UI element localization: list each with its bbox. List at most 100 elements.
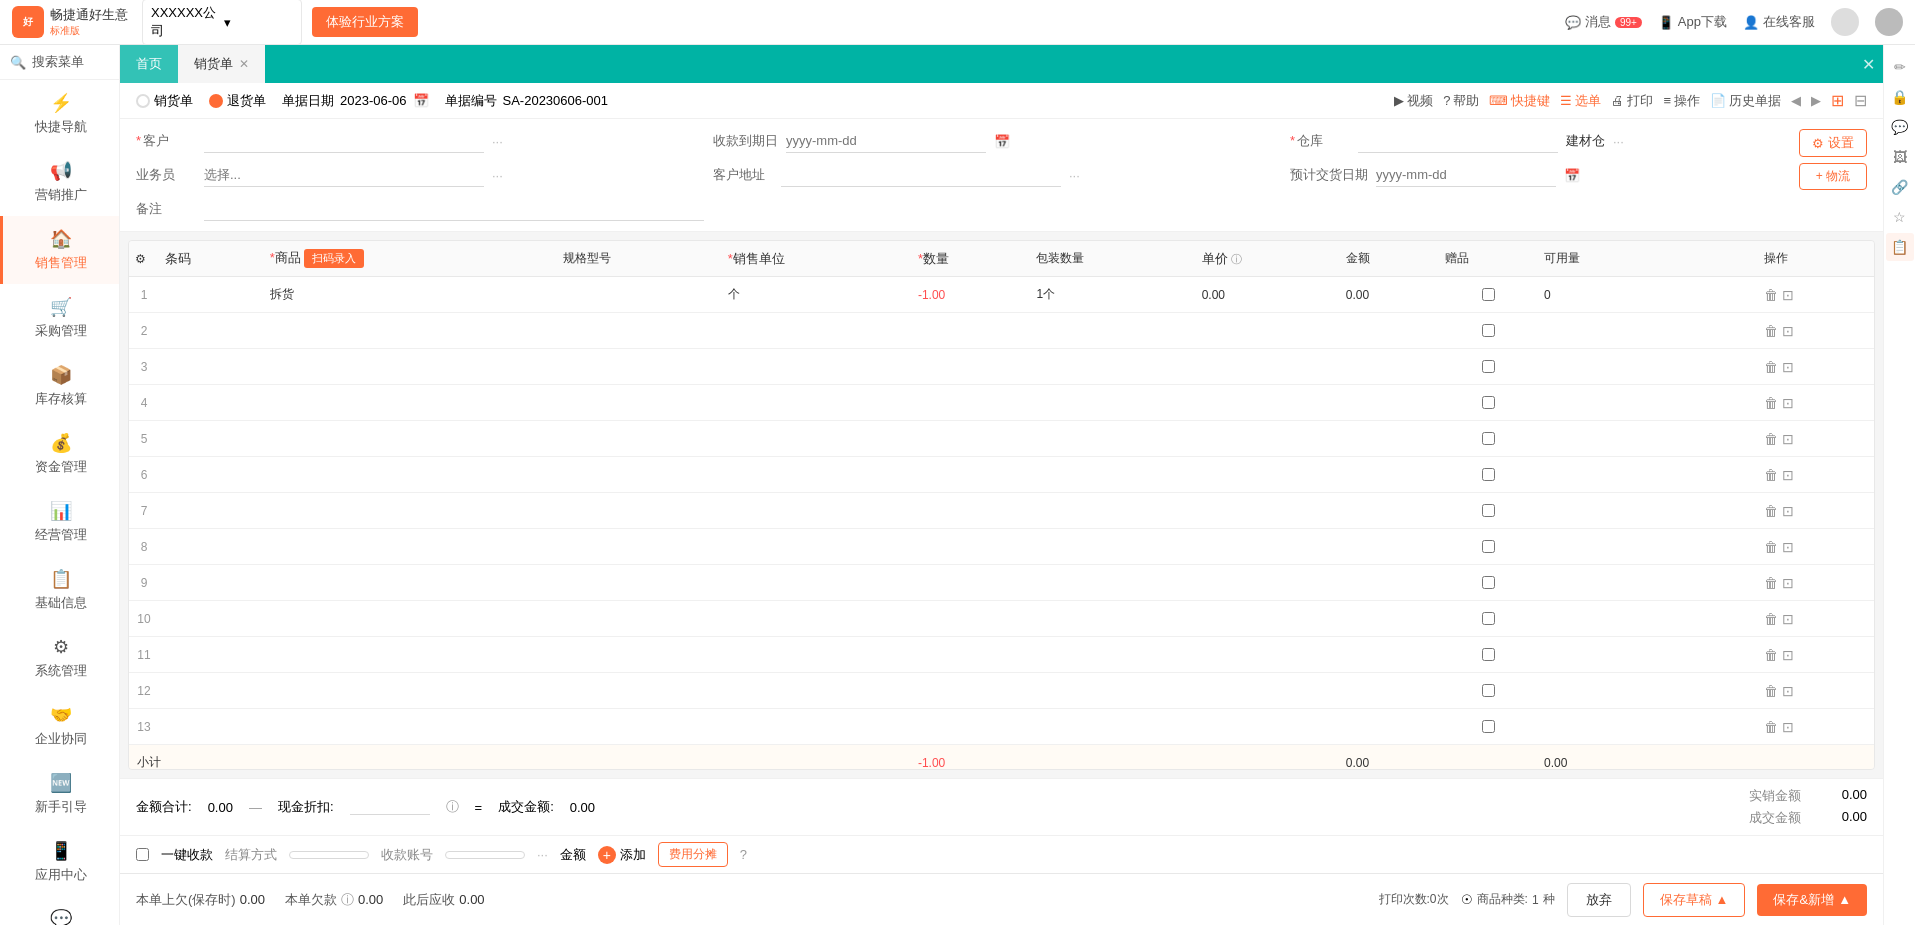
copy-icon[interactable]: ⊡ xyxy=(1782,431,1794,447)
gift-checkbox[interactable] xyxy=(1482,432,1495,445)
one-click-checkbox[interactable] xyxy=(136,848,149,861)
cell-pkg-qty[interactable] xyxy=(1030,349,1195,385)
cell-unit-price[interactable] xyxy=(1196,565,1340,601)
cell-qty[interactable] xyxy=(912,565,1031,601)
cell-unit[interactable] xyxy=(722,457,912,493)
cell-unit-price[interactable] xyxy=(1196,421,1340,457)
cell-spec[interactable] xyxy=(557,457,722,493)
cell-unit[interactable] xyxy=(722,421,912,457)
copy-icon[interactable]: ⊡ xyxy=(1782,611,1794,627)
cell-unit-price[interactable] xyxy=(1196,493,1340,529)
gift-checkbox[interactable] xyxy=(1482,360,1495,373)
cell-amount[interactable] xyxy=(1340,637,1439,673)
cell-product[interactable] xyxy=(264,673,557,709)
sidebar-item-purchase[interactable]: 🛒 采购管理 xyxy=(0,284,119,352)
rs-chat[interactable]: 💬 xyxy=(1886,113,1914,141)
gift-checkbox[interactable] xyxy=(1482,288,1495,301)
cell-spec[interactable] xyxy=(557,529,722,565)
rs-image[interactable]: 🖼 xyxy=(1886,143,1914,171)
copy-icon[interactable]: ⊡ xyxy=(1782,575,1794,591)
cell-qty[interactable] xyxy=(912,313,1031,349)
cell-gift[interactable] xyxy=(1439,673,1538,709)
operation-action[interactable]: ≡ 操作 xyxy=(1663,92,1700,110)
cell-gift[interactable] xyxy=(1439,601,1538,637)
gift-checkbox[interactable] xyxy=(1482,648,1495,661)
help-circle-icon[interactable]: ⓘ xyxy=(446,798,459,816)
calendar-icon[interactable]: 📅 xyxy=(413,93,429,108)
customer-more-icon[interactable]: ··· xyxy=(492,134,503,149)
delete-icon[interactable]: 🗑 xyxy=(1764,647,1778,663)
copy-icon[interactable]: ⊡ xyxy=(1782,359,1794,375)
sidebar-item-sales[interactable]: 🏠 销售管理 xyxy=(0,216,119,284)
cell-qty[interactable] xyxy=(912,421,1031,457)
expected-delivery-input[interactable] xyxy=(1376,163,1556,187)
customer-address-input[interactable] xyxy=(781,163,1061,187)
scan-button[interactable]: 扫码录入 xyxy=(304,249,364,268)
cell-spec[interactable] xyxy=(557,709,722,745)
sidebar-item-operations[interactable]: 📊 经营管理 xyxy=(0,488,119,556)
cell-unit-price[interactable]: 0.00 xyxy=(1196,277,1340,313)
cell-unit[interactable] xyxy=(722,637,912,673)
cell-spec[interactable] xyxy=(557,277,722,313)
cell-amount[interactable] xyxy=(1340,349,1439,385)
cell-pkg-qty[interactable] xyxy=(1030,601,1195,637)
cell-unit[interactable]: 个 xyxy=(722,277,912,313)
grid-view-icon[interactable]: ⊟ xyxy=(1854,91,1867,110)
cell-qty[interactable]: -1.00 xyxy=(912,277,1031,313)
cell-spec[interactable] xyxy=(557,637,722,673)
cell-gift[interactable] xyxy=(1439,709,1538,745)
avatar-2[interactable] xyxy=(1875,8,1903,36)
cell-pkg-qty[interactable] xyxy=(1030,565,1195,601)
print-action[interactable]: 🖨 打印 xyxy=(1611,92,1653,110)
cell-gift[interactable] xyxy=(1439,421,1538,457)
add-button[interactable]: + xyxy=(598,846,616,864)
save-new-button[interactable]: 保存&新增 ▲ xyxy=(1757,884,1867,916)
copy-icon[interactable]: ⊡ xyxy=(1782,323,1794,339)
cell-pkg-qty[interactable] xyxy=(1030,313,1195,349)
cell-unit-price[interactable] xyxy=(1196,529,1340,565)
product-type-checkbox[interactable]: ☉ xyxy=(1461,892,1473,907)
cell-unit[interactable] xyxy=(722,313,912,349)
tab-sales-order[interactable]: 销货单 ✕ xyxy=(178,45,265,83)
radio-return[interactable]: 退货单 xyxy=(209,92,266,110)
cell-qty[interactable] xyxy=(912,529,1031,565)
rs-link[interactable]: 🔗 xyxy=(1886,173,1914,201)
cell-qty[interactable] xyxy=(912,457,1031,493)
calendar-delivery-icon[interactable]: 📅 xyxy=(1564,168,1580,183)
delete-icon[interactable]: 🗑 xyxy=(1764,575,1778,591)
cell-unit[interactable] xyxy=(722,529,912,565)
gift-checkbox[interactable] xyxy=(1482,504,1495,517)
gift-checkbox[interactable] xyxy=(1482,720,1495,733)
cell-qty[interactable] xyxy=(912,709,1031,745)
sidebar-item-wechat[interactable]: 💬 企业微信 xyxy=(0,896,119,925)
remark-input[interactable] xyxy=(204,197,704,221)
cell-amount[interactable] xyxy=(1340,601,1439,637)
cell-gift[interactable] xyxy=(1439,493,1538,529)
delete-icon[interactable]: 🗑 xyxy=(1764,611,1778,627)
delete-icon[interactable]: 🗑 xyxy=(1764,323,1778,339)
cell-product[interactable] xyxy=(264,493,557,529)
rs-star[interactable]: ☆ xyxy=(1886,203,1914,231)
gift-checkbox[interactable] xyxy=(1482,468,1495,481)
copy-icon[interactable]: ⊡ xyxy=(1782,467,1794,483)
cell-spec[interactable] xyxy=(557,565,722,601)
copy-icon[interactable]: ⊡ xyxy=(1782,395,1794,411)
cell-spec[interactable] xyxy=(557,349,722,385)
delete-icon[interactable]: 🗑 xyxy=(1764,539,1778,555)
calc-method-select[interactable] xyxy=(289,851,369,859)
cell-amount[interactable] xyxy=(1340,565,1439,601)
cell-product[interactable] xyxy=(264,313,557,349)
due-date-input[interactable] xyxy=(786,129,986,153)
cell-unit-price[interactable] xyxy=(1196,673,1340,709)
help-deficit-icon[interactable]: ⓘ xyxy=(341,891,354,909)
cell-unit-price[interactable] xyxy=(1196,385,1340,421)
delete-icon[interactable]: 🗑 xyxy=(1764,395,1778,411)
cell-pkg-qty[interactable] xyxy=(1030,709,1195,745)
copy-icon[interactable]: ⊡ xyxy=(1782,503,1794,519)
cell-gift[interactable] xyxy=(1439,457,1538,493)
sidebar-item-marketing[interactable]: 📢 营销推广 xyxy=(0,148,119,216)
cell-gift[interactable] xyxy=(1439,565,1538,601)
cell-pkg-qty[interactable] xyxy=(1030,457,1195,493)
salesperson-more-icon[interactable]: ··· xyxy=(492,168,503,183)
copy-icon[interactable]: ⊡ xyxy=(1782,683,1794,699)
